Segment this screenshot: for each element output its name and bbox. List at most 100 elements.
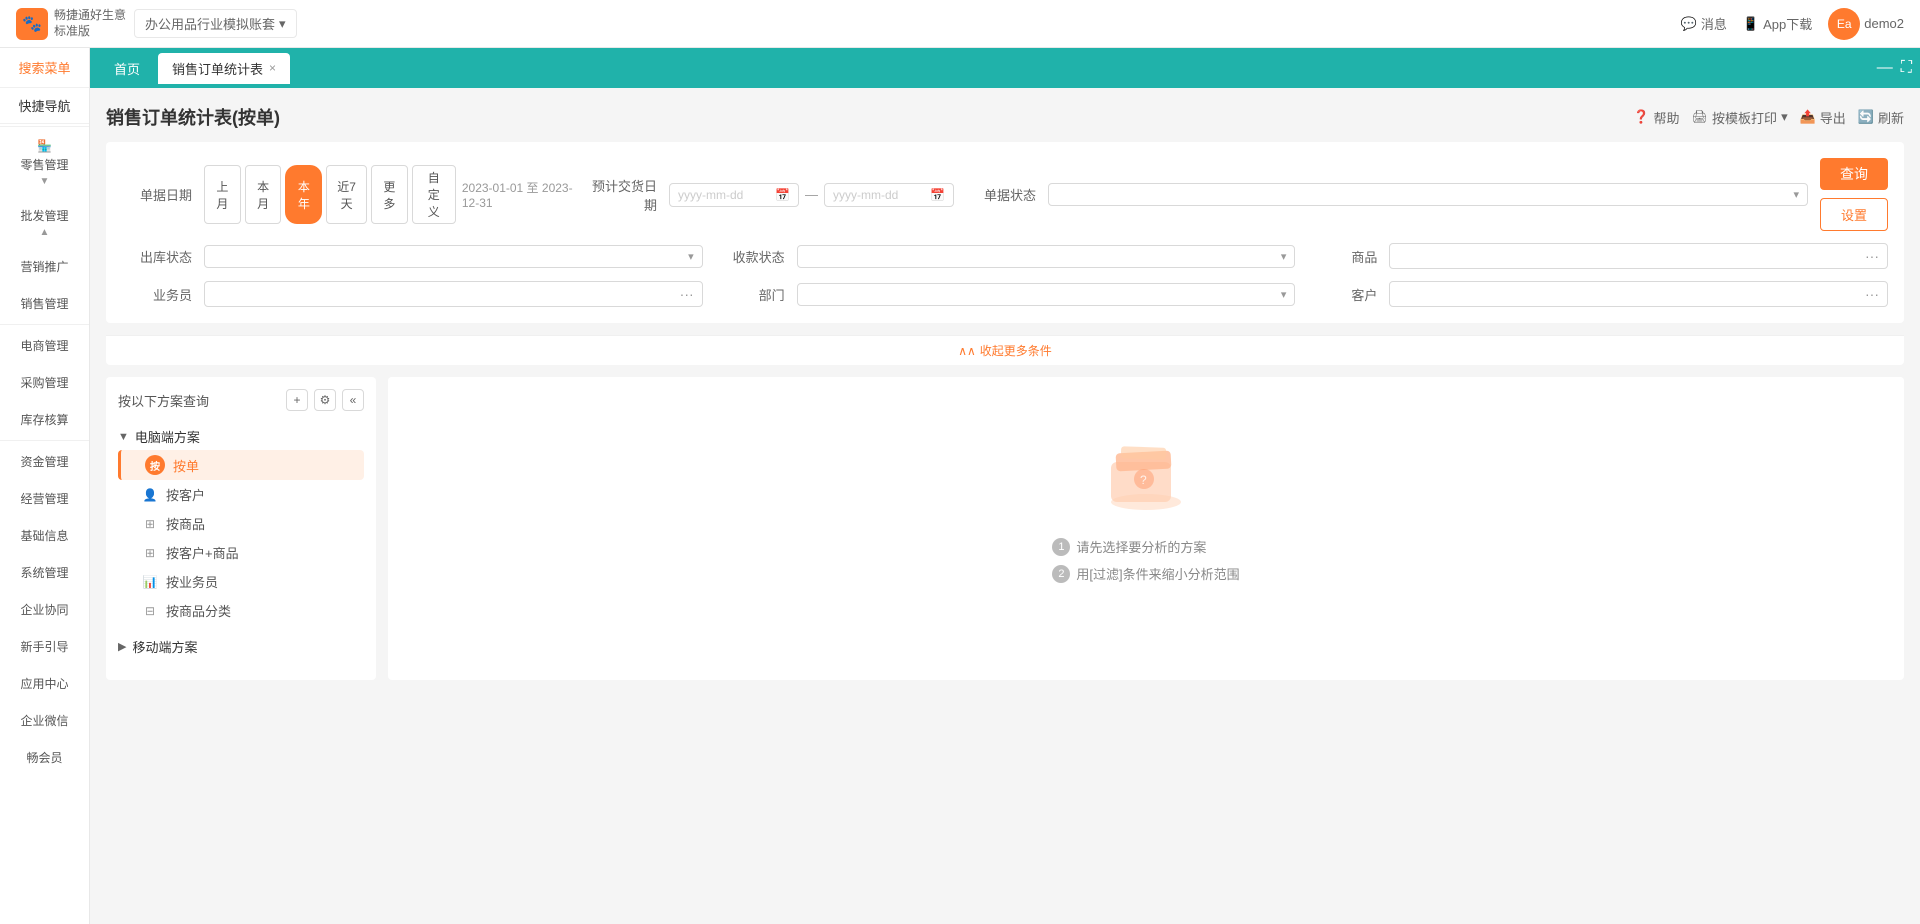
analysis-layout: 按以下方案查询 + ⚙ « ▼ 电脑端方案 <box>106 377 1904 680</box>
svg-text:?: ? <box>1140 473 1147 487</box>
collapse-scheme-button[interactable]: « <box>342 389 364 411</box>
scheme-item-by-customer-goods[interactable]: ⊞ 按客户+商品 <box>118 538 364 567</box>
sidebar-item-quicknav[interactable]: 快捷导航 <box>0 88 89 124</box>
date-btn-more[interactable]: 更多 <box>371 165 408 224</box>
sidebar: 搜索菜单 快捷导航 🏪 零售管理 ▼ 批发管理 ▲ 营销推广 销售管理 电商管理… <box>0 48 90 924</box>
goods-input[interactable]: ··· <box>1389 243 1888 269</box>
empty-illustration: ? <box>1096 417 1196 517</box>
date-btn-7days[interactable]: 近7天 <box>326 165 367 224</box>
sidebar-item-wechat[interactable]: 企业微信 <box>0 702 89 739</box>
user-menu[interactable]: Ea demo2 <box>1828 8 1904 40</box>
chevron-icon-dept: ▾ <box>1281 288 1287 301</box>
sidebar-item-system[interactable]: 系统管理 <box>0 554 89 591</box>
scheme-section-desktop: ▼ 电脑端方案 按 按单 👤 按客户 <box>118 423 364 625</box>
scheme-item-by-customer[interactable]: 👤 按客户 <box>118 480 364 509</box>
date-buttons: 上月 本月 本年 近7天 更多 自定义 <box>204 165 456 224</box>
customer-input[interactable]: ··· <box>1389 281 1888 307</box>
export-icon: 📤 <box>1800 109 1816 125</box>
scheme-section-header-mobile[interactable]: ▶ 移动端方案 <box>118 633 364 660</box>
calendar-icon-2: 📅 <box>930 188 945 202</box>
print-button[interactable]: 🖨 按模板打印 ▾ <box>1692 108 1788 127</box>
date-btn-last-month[interactable]: 上月 <box>204 165 241 224</box>
chevron-down-icon: ▾ <box>1793 188 1799 201</box>
sidebar-item-retail[interactable]: 🏪 零售管理 ▼ <box>0 129 89 197</box>
sidebar-item-sales[interactable]: 销售管理 <box>0 285 89 322</box>
sidebar-item-finance[interactable]: 资金管理 <box>0 443 89 480</box>
sidebar-item-wholesale[interactable]: 批发管理 ▲ <box>0 197 89 248</box>
tip-num-1: 1 <box>1052 538 1070 556</box>
print-chevron-icon: ▾ <box>1781 109 1788 125</box>
settings-scheme-button[interactable]: ⚙ <box>314 389 336 411</box>
status-select[interactable]: ▾ <box>1048 183 1808 206</box>
department-select[interactable]: ▾ <box>797 283 1296 306</box>
calendar-icon: 📅 <box>775 188 790 202</box>
sidebar-item-marketing[interactable]: 营销推广 <box>0 248 89 285</box>
sidebar-item-appcenter[interactable]: 应用中心 <box>0 665 89 702</box>
active-scheme-icon: 按 <box>145 455 165 475</box>
settings-button[interactable]: 设置 <box>1820 198 1888 231</box>
tab-sales-stats[interactable]: 销售订单统计表 × <box>158 53 290 84</box>
phone-icon: 📱 <box>1743 16 1759 32</box>
date-btn-this-year[interactable]: 本年 <box>285 165 322 224</box>
empty-state: ? 1 请先选择要分析的方案 2 用[过滤]条件来缩小分析范围 <box>388 377 1904 631</box>
sidebar-item-purchase[interactable]: 采购管理 <box>0 364 89 401</box>
scheme-item-by-category[interactable]: ⊟ 按商品分类 <box>118 596 364 625</box>
sidebar-item-enterprise[interactable]: 企业协同 <box>0 591 89 628</box>
query-button[interactable]: 查询 <box>1820 158 1888 190</box>
expected-date-from[interactable]: yyyy-mm-dd 📅 <box>669 183 799 207</box>
sidebar-item-ecommerce[interactable]: 电商管理 <box>0 327 89 364</box>
expected-date-group: yyyy-mm-dd 📅 — yyyy-mm-dd 📅 <box>669 183 954 207</box>
scheme-item-by-goods[interactable]: ⊞ 按商品 <box>118 509 364 538</box>
app-download-button[interactable]: 📱 App下载 <box>1743 14 1812 33</box>
collapse-icon: ∧∧ <box>958 344 976 358</box>
scheme-section-header-desktop[interactable]: ▼ 电脑端方案 <box>118 423 364 450</box>
date-range-text: 2023-01-01 至 2023-12-31 <box>462 179 575 210</box>
export-button[interactable]: 📤 导出 <box>1800 108 1846 127</box>
tab-bar: 首页 销售订单统计表 × — ⛶ <box>90 48 1920 88</box>
out-status-select[interactable]: ▾ <box>204 245 703 268</box>
minimize-tab-button[interactable]: — <box>1877 59 1893 77</box>
tab-close-icon[interactable]: × <box>269 61 276 75</box>
scheme-item-by-salesperson[interactable]: 📊 按业务员 <box>118 567 364 596</box>
data-content: ? 1 请先选择要分析的方案 2 用[过滤]条件来缩小分析范围 <box>388 377 1904 680</box>
sidebar-divider-2 <box>0 324 89 325</box>
sidebar-item-operations[interactable]: 经营管理 <box>0 480 89 517</box>
sidebar-item-member[interactable]: 畅会员 <box>0 739 89 776</box>
sidebar-item-basic[interactable]: 基础信息 <box>0 517 89 554</box>
maximize-tab-button[interactable]: ⛶ <box>1901 59 1912 77</box>
content-area: 首页 销售订单统计表 × — ⛶ 销售订单统计表(按单) ❓ 帮助 <box>90 48 1920 924</box>
section-expand-icon: ▼ <box>118 431 129 443</box>
status-label: 单据状态 <box>966 185 1036 204</box>
sidebar-item-newuser[interactable]: 新手引导 <box>0 628 89 665</box>
scheme-panel-header: 按以下方案查询 + ⚙ « <box>118 389 364 411</box>
department-label: 部门 <box>715 285 785 304</box>
tip-num-2: 2 <box>1052 565 1070 583</box>
salesperson-input[interactable]: ··· <box>204 281 703 307</box>
receipt-status-label: 收款状态 <box>715 247 785 266</box>
retail-icon: 🏪 <box>37 139 52 153</box>
receipt-status-select[interactable]: ▾ <box>797 245 1296 268</box>
refresh-button[interactable]: 🔄 刷新 <box>1858 108 1904 127</box>
goods-label: 商品 <box>1307 247 1377 266</box>
sidebar-item-search[interactable]: 搜索菜单 <box>0 48 89 88</box>
tab-home[interactable]: 首页 <box>98 53 156 84</box>
message-icon: 💬 <box>1681 16 1697 32</box>
expected-date-label: 预计交货日期 <box>587 176 657 214</box>
message-button[interactable]: 💬 消息 <box>1681 14 1727 33</box>
date-label: 单据日期 <box>122 185 192 204</box>
sidebar-divider-3 <box>0 440 89 441</box>
help-button[interactable]: ❓ 帮助 <box>1633 108 1679 127</box>
chevron-down-icon: ▾ <box>279 16 286 32</box>
add-scheme-button[interactable]: + <box>286 389 308 411</box>
sidebar-item-inventory[interactable]: 库存核算 <box>0 401 89 438</box>
scheme-item-by-order[interactable]: 按 按单 <box>118 450 364 480</box>
expected-date-to[interactable]: yyyy-mm-dd 📅 <box>824 183 954 207</box>
empty-tip-2: 2 用[过滤]条件来缩小分析范围 <box>1052 564 1239 583</box>
workspace-selector[interactable]: 办公用品行业模拟账套 ▾ <box>134 9 297 38</box>
section-collapsed-icon: ▶ <box>118 640 126 653</box>
date-btn-custom[interactable]: 自定义 <box>412 165 456 224</box>
date-btn-this-month[interactable]: 本月 <box>245 165 282 224</box>
page-header: 销售订单统计表(按单) ❓ 帮助 🖨 按模板打印 ▾ 📤 导出 <box>106 104 1904 130</box>
date-filter-group: 上月 本月 本年 近7天 更多 自定义 2023-01-01 至 2023-12… <box>204 165 575 224</box>
collapse-row[interactable]: ∧∧ 收起更多条件 <box>106 335 1904 365</box>
